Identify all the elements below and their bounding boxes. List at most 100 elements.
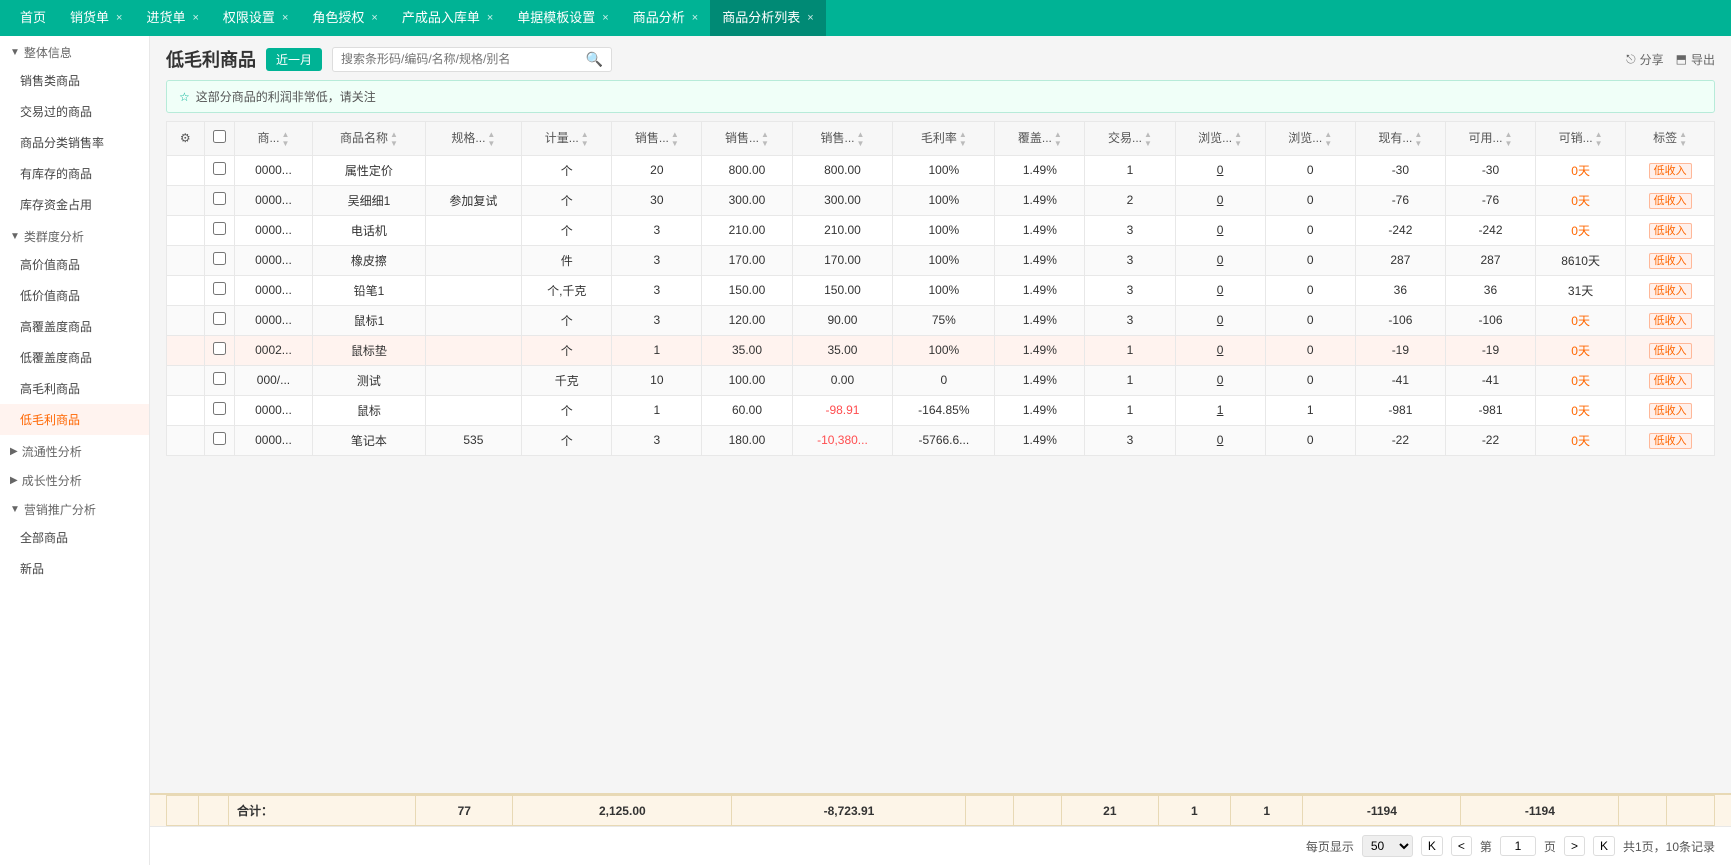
search-input[interactable]: [341, 52, 586, 66]
row-checkbox[interactable]: [204, 245, 234, 275]
nav-home[interactable]: 首页: [8, 0, 58, 36]
row-browse1[interactable]: 0: [1175, 275, 1265, 305]
close-icon[interactable]: ×: [192, 0, 198, 36]
close-icon[interactable]: ×: [692, 0, 698, 36]
nav-product-analysis[interactable]: 商品分析 ×: [621, 0, 710, 36]
first-page-button[interactable]: K: [1421, 836, 1443, 856]
nav-product-entry[interactable]: 产成品入库单 ×: [390, 0, 505, 36]
row-browse1[interactable]: 0: [1175, 185, 1265, 215]
row-current-stock: -19: [1355, 335, 1445, 365]
sidebar-item-low-margin[interactable]: 低毛利商品: [0, 404, 149, 435]
close-icon[interactable]: ×: [807, 0, 813, 36]
row-sales-count: 3: [612, 215, 702, 245]
row-browse1[interactable]: 0: [1175, 365, 1265, 395]
close-icon[interactable]: ×: [371, 0, 377, 36]
close-icon[interactable]: ×: [116, 0, 122, 36]
sidebar-group-overall[interactable]: ▼ 整体信息: [0, 36, 149, 65]
table-row: 0000... 笔记本 535 个 3 180.00 -10,380... -5…: [167, 425, 1715, 455]
nav-product-analysis-list[interactable]: 商品分析列表 ×: [710, 0, 825, 36]
row-tag: 低收入: [1626, 425, 1715, 455]
row-browse1[interactable]: 0: [1175, 245, 1265, 275]
row-saleable: 0天: [1536, 215, 1626, 245]
nav-purchase-order[interactable]: 进货单 ×: [134, 0, 210, 36]
period-button[interactable]: 近一月: [266, 48, 322, 71]
chevron-down-icon: ▼: [10, 47, 20, 58]
table-row: 0000... 电话机 个 3 210.00 210.00 100% 1.49%…: [167, 215, 1715, 245]
sidebar-item-low-coverage[interactable]: 低覆盖度商品: [0, 342, 149, 373]
nav-sales-order[interactable]: 销货单 ×: [58, 0, 134, 36]
row-available: 287: [1445, 245, 1535, 275]
close-icon[interactable]: ×: [602, 0, 608, 36]
next-page-button[interactable]: >: [1564, 836, 1585, 856]
header-actions: ⎋ 分享 ⬒ 导出: [1626, 51, 1715, 68]
export-button[interactable]: ⬒ 导出: [1676, 51, 1715, 68]
close-icon[interactable]: ×: [487, 0, 493, 36]
row-checkbox[interactable]: [204, 395, 234, 425]
close-icon[interactable]: ×: [282, 0, 288, 36]
sidebar-item-new-products[interactable]: 新品: [0, 553, 149, 584]
content-area: 低毛利商品 近一月 🔍 ⎋ 分享 ⬒ 导出 ☆ 这部分商品的利润非常低，请关注: [150, 36, 1731, 865]
row-available: -22: [1445, 425, 1535, 455]
current-page-input[interactable]: [1500, 836, 1536, 856]
sidebar-item-traded-products[interactable]: 交易过的商品: [0, 96, 149, 127]
row-spec: [425, 245, 522, 275]
row-browse1[interactable]: 0: [1175, 425, 1265, 455]
sidebar-item-stock-capital[interactable]: 库存资金占用: [0, 189, 149, 220]
table-container[interactable]: ⚙ 商...▲▼ 商品名称▲▼ 规格...▲▼ 计量...▲▼ 销售...▲▼ …: [150, 121, 1731, 793]
row-checkbox[interactable]: [204, 305, 234, 335]
th-settings[interactable]: ⚙: [167, 122, 205, 156]
prev-page-button[interactable]: <: [1451, 836, 1472, 856]
row-browse1[interactable]: 1: [1175, 395, 1265, 425]
sidebar-item-all-products[interactable]: 全部商品: [0, 522, 149, 553]
row-checkbox[interactable]: [204, 335, 234, 365]
row-name: 鼠标1: [313, 305, 425, 335]
sidebar-item-sales-products[interactable]: 销售类商品: [0, 65, 149, 96]
page-size-select[interactable]: 10 20 50 100: [1362, 835, 1413, 857]
sidebar-group-marketing[interactable]: ▼ 营销推广分析: [0, 493, 149, 522]
nav-permissions[interactable]: 权限设置 ×: [211, 0, 300, 36]
sidebar-item-low-value[interactable]: 低价值商品: [0, 280, 149, 311]
row-checkbox[interactable]: [204, 275, 234, 305]
totals-row: 合计： 77 2,125.00 -8,723.91 21 1 1 -1194 -…: [167, 796, 1715, 826]
sidebar-item-stocked-products[interactable]: 有库存的商品: [0, 158, 149, 189]
row-transaction: 1: [1085, 365, 1175, 395]
row-spec: [425, 275, 522, 305]
nav-template-settings[interactable]: 单据模板设置 ×: [505, 0, 620, 36]
search-icon[interactable]: 🔍: [586, 51, 603, 68]
row-checkbox[interactable]: [204, 185, 234, 215]
last-page-button[interactable]: K: [1593, 836, 1615, 856]
row-browse2: 1: [1265, 395, 1355, 425]
row-browse1[interactable]: 0: [1175, 215, 1265, 245]
share-button[interactable]: ⎋ 分享: [1626, 51, 1664, 68]
sidebar-item-category-rate[interactable]: 商品分类销售率: [0, 127, 149, 158]
nav-role-auth[interactable]: 角色授权 ×: [300, 0, 389, 36]
sidebar-item-high-value[interactable]: 高价值商品: [0, 249, 149, 280]
sidebar-item-high-coverage[interactable]: 高覆盖度商品: [0, 311, 149, 342]
row-browse1[interactable]: 0: [1175, 335, 1265, 365]
sidebar-group-circulation[interactable]: ▶ 流通性分析: [0, 435, 149, 464]
row-settings: [167, 395, 205, 425]
row-transaction: 1: [1085, 335, 1175, 365]
row-checkbox[interactable]: [204, 155, 234, 185]
sidebar-item-high-margin[interactable]: 高毛利商品: [0, 373, 149, 404]
row-checkbox[interactable]: [204, 215, 234, 245]
row-coverage: 1.49%: [995, 365, 1085, 395]
row-checkbox[interactable]: [204, 365, 234, 395]
row-spec: [425, 215, 522, 245]
sidebar-group-cluster[interactable]: ▼ 类群度分析: [0, 220, 149, 249]
page-of-label: 页: [1544, 838, 1556, 855]
row-unit: 件: [522, 245, 612, 275]
row-browse1[interactable]: 0: [1175, 155, 1265, 185]
th-checkbox[interactable]: [204, 122, 234, 156]
row-saleable: 0天: [1536, 335, 1626, 365]
page-label: 第: [1480, 838, 1492, 855]
row-margin: 0: [893, 365, 995, 395]
sidebar-group-growth[interactable]: ▶ 成长性分析: [0, 464, 149, 493]
row-margin: 100%: [893, 155, 995, 185]
select-all-checkbox[interactable]: [213, 130, 226, 143]
row-settings: [167, 215, 205, 245]
row-browse1[interactable]: 0: [1175, 305, 1265, 335]
row-checkbox[interactable]: [204, 425, 234, 455]
row-tag: 低收入: [1626, 185, 1715, 215]
row-available: -41: [1445, 365, 1535, 395]
